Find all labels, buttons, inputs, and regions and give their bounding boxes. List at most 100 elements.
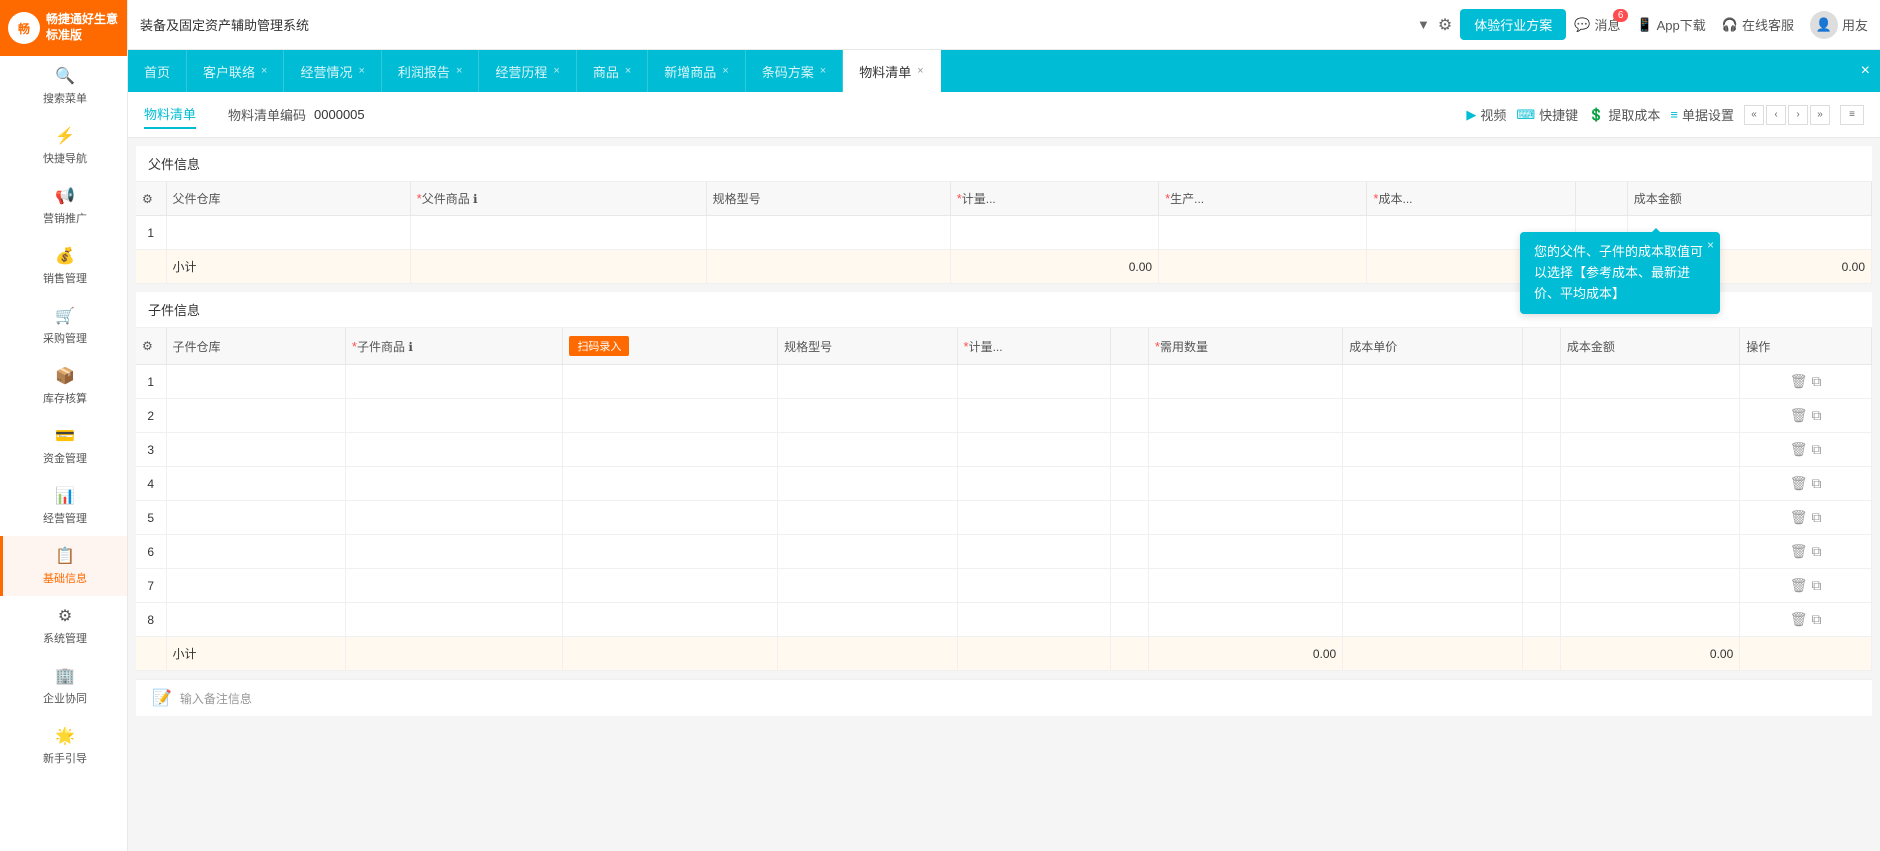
sidebar-item-basic-info[interactable]: 📋 基础信息 <box>0 536 127 596</box>
tab-customer[interactable]: 客户联络 × <box>187 50 284 92</box>
child-row-3-qty[interactable] <box>1148 433 1342 467</box>
child-row-3-warehouse[interactable] <box>166 433 345 467</box>
child-row-3-spec[interactable] <box>778 433 957 467</box>
trial-button[interactable]: 体验行业方案 <box>1460 9 1566 40</box>
child-row-2-goods[interactable] <box>345 399 563 433</box>
child-row-8-goods[interactable] <box>345 603 563 637</box>
sidebar-item-operations[interactable]: 📊 经营管理 <box>0 476 127 536</box>
copy-icon-3[interactable]: ⧉ <box>1812 441 1822 458</box>
nav-last-button[interactable]: » <box>1810 105 1830 125</box>
copy-icon-7[interactable]: ⧉ <box>1812 577 1822 594</box>
child-row-2-spec[interactable] <box>778 399 957 433</box>
delete-icon-2[interactable]: 🗑 <box>1790 407 1808 424</box>
child-row-3-goods[interactable] <box>345 433 563 467</box>
sidebar-item-finance[interactable]: 💳 资金管理 <box>0 416 127 476</box>
child-row-6-unit-cost[interactable] <box>1343 535 1522 569</box>
child-row-5-unit-cost[interactable] <box>1343 501 1522 535</box>
scan-button[interactable]: 扫码录入 <box>569 336 629 356</box>
user-avatar[interactable]: 👤 用友 <box>1810 11 1868 39</box>
copy-icon-6[interactable]: ⧉ <box>1812 543 1822 560</box>
copy-icon-5[interactable]: ⧉ <box>1812 509 1822 526</box>
child-row-7-qty[interactable] <box>1148 569 1342 603</box>
online-service-button[interactable]: 🎧 在线客服 <box>1722 15 1794 34</box>
sidebar-item-purchase[interactable]: 🛒 采购管理 <box>0 296 127 356</box>
tab-profit-close[interactable]: × <box>456 65 462 77</box>
sub-tab-bom[interactable]: 物料清单 <box>144 100 196 129</box>
child-row-3-unit-cost[interactable] <box>1343 433 1522 467</box>
child-row-2-warehouse[interactable] <box>166 399 345 433</box>
nav-first-button[interactable]: « <box>1744 105 1764 125</box>
tab-new-goods-close[interactable]: × <box>722 65 728 77</box>
parent-row-1-produce[interactable] <box>1159 216 1367 250</box>
sidebar-item-marketing[interactable]: 📢 营销推广 <box>0 176 127 236</box>
delete-icon-4[interactable]: 🗑 <box>1790 475 1808 492</box>
child-row-7-spec[interactable] <box>778 569 957 603</box>
tab-history-close[interactable]: × <box>553 65 559 77</box>
child-row-6-spec[interactable] <box>778 535 957 569</box>
message-button[interactable]: 💬 消息 6 <box>1574 15 1620 34</box>
child-row-4-unit-cost[interactable] <box>1343 467 1522 501</box>
sidebar-item-enterprise[interactable]: 🏢 企业协同 <box>0 656 127 716</box>
settings-icon[interactable]: ⚙ <box>1438 15 1452 35</box>
delete-icon-7[interactable]: 🗑 <box>1790 577 1808 594</box>
tab-goods-close[interactable]: × <box>625 65 631 77</box>
parent-row-1-warehouse[interactable] <box>166 216 410 250</box>
tab-history[interactable]: 经营历程 × <box>479 50 576 92</box>
child-row-2-unit[interactable] <box>957 399 1110 433</box>
child-row-1-warehouse[interactable] <box>166 365 345 399</box>
shortcut-action[interactable]: ⌨ 快捷键 <box>1516 105 1578 124</box>
parent-row-1-unit[interactable] <box>950 216 1158 250</box>
child-row-7-goods[interactable] <box>345 569 563 603</box>
child-row-7-warehouse[interactable] <box>166 569 345 603</box>
delete-icon-8[interactable]: 🗑 <box>1790 611 1808 628</box>
note-placeholder[interactable]: 输入备注信息 <box>180 690 252 707</box>
child-row-1-spec[interactable] <box>778 365 957 399</box>
child-row-1-goods[interactable] <box>345 365 563 399</box>
child-row-5-warehouse[interactable] <box>166 501 345 535</box>
tab-goods[interactable]: 商品 × <box>577 50 648 92</box>
tab-barcode[interactable]: 条码方案 × <box>746 50 843 92</box>
child-row-8-warehouse[interactable] <box>166 603 345 637</box>
tab-bom[interactable]: 物料清单 × <box>843 50 940 92</box>
copy-icon-2[interactable]: ⧉ <box>1812 407 1822 424</box>
child-row-4-spec[interactable] <box>778 467 957 501</box>
child-row-2-qty[interactable] <box>1148 399 1342 433</box>
system-dropdown[interactable]: ▼ <box>1417 17 1430 32</box>
delete-icon-5[interactable]: 🗑 <box>1790 509 1808 526</box>
child-row-4-unit[interactable] <box>957 467 1110 501</box>
copy-icon-1[interactable]: ⧉ <box>1812 373 1822 390</box>
child-row-8-qty[interactable] <box>1148 603 1342 637</box>
tab-bom-close[interactable]: × <box>917 65 923 77</box>
parent-col-settings[interactable]: ⚙ <box>136 182 166 216</box>
nav-prev-button[interactable]: ‹ <box>1766 105 1786 125</box>
tab-profit[interactable]: 利润报告 × <box>382 50 479 92</box>
child-row-4-qty[interactable] <box>1148 467 1342 501</box>
video-action[interactable]: ▶ 视频 <box>1466 105 1506 124</box>
child-row-6-warehouse[interactable] <box>166 535 345 569</box>
delete-icon-1[interactable]: 🗑 <box>1790 373 1808 390</box>
tab-home[interactable]: 首页 <box>128 50 187 92</box>
child-row-5-qty[interactable] <box>1148 501 1342 535</box>
tab-barcode-close[interactable]: × <box>820 65 826 77</box>
child-row-4-goods[interactable] <box>345 467 563 501</box>
tab-business-close[interactable]: × <box>358 65 364 77</box>
tab-new-goods[interactable]: 新增商品 × <box>648 50 745 92</box>
grid-view-button[interactable]: ≡ <box>1840 105 1864 125</box>
sidebar-item-quick-nav[interactable]: ⚡ 快捷导航 <box>0 116 127 176</box>
sidebar-item-search[interactable]: 🔍 搜索菜单 <box>0 56 127 116</box>
tab-customer-close[interactable]: × <box>261 65 267 77</box>
sidebar-item-sales[interactable]: 💰 销售管理 <box>0 236 127 296</box>
delete-icon-6[interactable]: 🗑 <box>1790 543 1808 560</box>
child-row-1-qty[interactable] <box>1148 365 1342 399</box>
copy-icon-4[interactable]: ⧉ <box>1812 475 1822 492</box>
parent-row-1-goods[interactable] <box>410 216 706 250</box>
doc-settings-action[interactable]: ≡ 单据设置 <box>1670 105 1734 124</box>
child-row-5-goods[interactable] <box>345 501 563 535</box>
child-row-8-unit-cost[interactable] <box>1343 603 1522 637</box>
close-all-tabs[interactable]: × <box>1851 62 1880 80</box>
child-col-settings[interactable]: ⚙ <box>136 328 166 365</box>
app-download-button[interactable]: 📱 App下载 <box>1636 15 1705 34</box>
delete-icon-3[interactable]: 🗑 <box>1790 441 1808 458</box>
child-row-2-unit-cost[interactable] <box>1343 399 1522 433</box>
child-row-5-unit[interactable] <box>957 501 1110 535</box>
